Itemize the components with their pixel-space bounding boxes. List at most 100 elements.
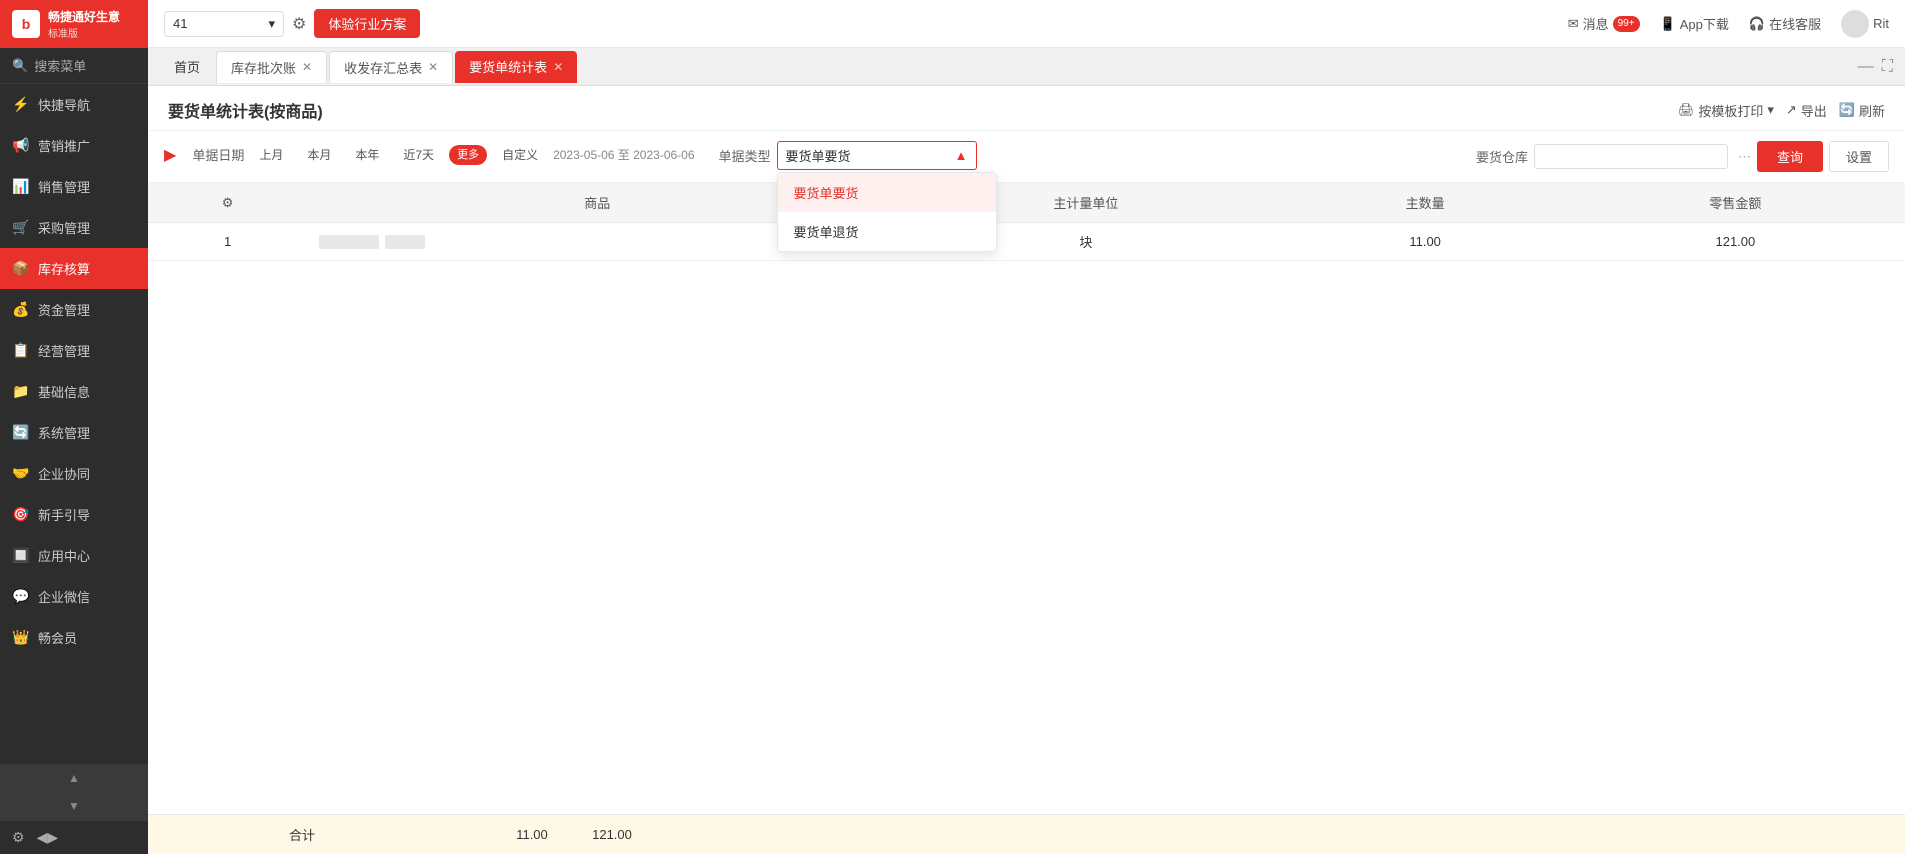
finance-icon: 💰	[12, 301, 30, 319]
messages-label: 消息	[1583, 14, 1609, 33]
sidebar-scroll-up[interactable]: ▲	[0, 764, 148, 792]
tab-receipts-summary-close[interactable]: ✕	[428, 60, 438, 74]
tab-inventory-batch-label: 库存批次账	[231, 58, 296, 77]
table-row: 1 块 11.00 121.00	[148, 223, 1905, 261]
app-download-label: App下载	[1680, 14, 1729, 33]
content-area: 要货单统计表(按商品) 🖨 按模板打印 ▾ ↗ 导出 🔄 刷新 ▶	[148, 86, 1905, 854]
warehouse-more-icon[interactable]: ⋯	[1738, 149, 1751, 165]
footer-amount: 121.00	[572, 827, 652, 842]
sidebar-item-operations[interactable]: 📋 经营管理	[0, 330, 148, 371]
basic-icon: 📁	[12, 383, 30, 401]
date-filter-label: 单据日期	[192, 145, 244, 164]
type-option-return[interactable]: 要货单退货	[778, 212, 996, 251]
table-footer: 合计 11.00 121.00	[148, 814, 1905, 854]
sidebar-item-sales[interactable]: 📊 销售管理	[0, 166, 148, 207]
sidebar-item-purchase[interactable]: 🛒 采购管理	[0, 207, 148, 248]
warehouse-filter-input[interactable]	[1534, 144, 1728, 169]
tab-inventory-batch[interactable]: 库存批次账 ✕	[216, 51, 327, 83]
messages-item[interactable]: ✉ 消息 99+	[1568, 14, 1640, 33]
export-label: 导出	[1801, 101, 1827, 120]
sidebar-item-marketing[interactable]: 📢 营销推广	[0, 125, 148, 166]
type-select-value: 要货单要货	[786, 146, 955, 165]
product-placeholder-2	[385, 235, 425, 249]
app-download-item[interactable]: 📱 App下载	[1660, 14, 1729, 33]
tab-inventory-batch-close[interactable]: ✕	[302, 60, 312, 74]
sidebar-item-member[interactable]: 👑 畅会员	[0, 617, 148, 658]
col-settings-header[interactable]: ⚙	[148, 183, 307, 223]
company-selector-value: 41	[173, 16, 187, 31]
collapse-icon[interactable]: ◀▶	[37, 829, 59, 846]
tab-receipts-summary-label: 收发存汇总表	[344, 58, 422, 77]
sidebar-item-guide[interactable]: 🎯 新手引导	[0, 494, 148, 535]
refresh-icon: 🔄	[1839, 102, 1855, 118]
date-btn-this-year[interactable]: 本年	[346, 141, 388, 168]
top-bar: 41 ▾ ⚙ 体验行业方案 ✉ 消息 99+ 📱 App下载 🎧 在线客服 R	[148, 0, 1905, 48]
sidebar-item-system[interactable]: 🔄 系统管理	[0, 412, 148, 453]
export-icon: ↗	[1786, 102, 1797, 118]
promo-button[interactable]: 体验行业方案	[314, 9, 420, 38]
footer-qty: 11.00	[492, 827, 572, 842]
user-avatar	[1841, 10, 1869, 38]
apps-icon: 🔲	[12, 547, 30, 565]
download-icon: 📱	[1660, 16, 1676, 32]
sidebar-item-quick-nav[interactable]: ⚡ 快捷导航	[0, 84, 148, 125]
sidebar-item-inventory[interactable]: 📦 库存核算	[0, 248, 148, 289]
service-icon: 🎧	[1749, 16, 1765, 32]
export-action[interactable]: ↗ 导出	[1786, 101, 1827, 120]
tab-order-stats[interactable]: 要货单统计表 ✕	[455, 51, 577, 83]
date-btn-7days[interactable]: 近7天	[394, 141, 443, 168]
search-icon: 🔍	[12, 58, 28, 74]
print-label: 按模板打印	[1698, 101, 1763, 120]
tab-expand-icon[interactable]: ⛶	[1882, 58, 1893, 76]
tab-minimize-icon[interactable]: —	[1858, 58, 1874, 76]
main-area: 41 ▾ ⚙ 体验行业方案 ✉ 消息 99+ 📱 App下载 🎧 在线客服 R	[148, 0, 1905, 854]
type-option-order[interactable]: 要货单要货	[778, 173, 996, 212]
sidebar-search[interactable]: 🔍 搜索菜单	[0, 48, 148, 84]
tab-receipts-summary[interactable]: 收发存汇总表 ✕	[329, 51, 453, 83]
chevron-down-icon: ▾	[268, 16, 275, 32]
row-no: 1	[148, 223, 307, 261]
sidebar-item-wechat[interactable]: 💬 企业微信	[0, 576, 148, 617]
sidebar: b 畅捷通好生意 标准版 🔍 搜索菜单 ⚡ 快捷导航 📢 营销推广 📊 销售管理…	[0, 0, 148, 854]
sidebar-item-basic[interactable]: 📁 基础信息	[0, 371, 148, 412]
query-button[interactable]: 查询	[1757, 141, 1823, 172]
date-btn-custom[interactable]: 自定义	[493, 141, 547, 168]
inventory-icon: 📦	[12, 260, 30, 278]
settings-button[interactable]: 设置	[1829, 141, 1889, 172]
print-action[interactable]: 🖨 按模板打印 ▾	[1678, 101, 1774, 120]
footer-label: 合计	[192, 825, 412, 844]
type-dropdown: 要货单要货 要货单退货	[777, 172, 997, 252]
col-qty-header: 主数量	[1285, 183, 1566, 223]
sales-icon: 📊	[12, 178, 30, 196]
settings-icon[interactable]: ⚙	[12, 829, 25, 846]
tab-home-label: 首页	[174, 57, 200, 76]
sidebar-scroll-down[interactable]: ▼	[0, 792, 148, 820]
sidebar-item-apps[interactable]: 🔲 应用中心	[0, 535, 148, 576]
tab-order-stats-label: 要货单统计表	[469, 57, 547, 76]
date-btn-this-month[interactable]: 本月	[298, 141, 340, 168]
online-service-item[interactable]: 🎧 在线客服	[1749, 14, 1821, 33]
page-header: 要货单统计表(按商品) 🖨 按模板打印 ▾ ↗ 导出 🔄 刷新	[148, 86, 1905, 131]
refresh-action[interactable]: 🔄 刷新	[1839, 101, 1885, 120]
sidebar-search-label: 搜索菜单	[34, 56, 86, 75]
date-btn-more[interactable]: 更多	[449, 145, 487, 165]
purchase-icon: 🛒	[12, 219, 30, 237]
sidebar-item-enterprise[interactable]: 🤝 企业协同	[0, 453, 148, 494]
sidebar-item-finance[interactable]: 💰 资金管理	[0, 289, 148, 330]
filter-toggle-icon[interactable]: ▶	[164, 145, 176, 165]
app-logo-text: 畅捷通好生意 标准版	[48, 8, 120, 40]
top-bar-gear-icon[interactable]: ⚙	[292, 14, 306, 34]
date-btn-last-month[interactable]: 上月	[250, 141, 292, 168]
table-container: ⚙ 商品 主计量单位 主数量 零售金额 1	[148, 183, 1905, 814]
tab-home[interactable]: 首页	[160, 51, 214, 83]
guide-icon: 🎯	[12, 506, 30, 524]
tab-order-stats-close[interactable]: ✕	[553, 60, 563, 74]
filter-bar: ▶ 单据日期 上月 本月 本年 近7天 更多 自定义 2023-05-06 至 …	[148, 131, 1905, 183]
user-item[interactable]: Rit	[1841, 10, 1889, 38]
company-selector[interactable]: 41 ▾	[164, 11, 284, 37]
app-logo-icon: b	[12, 10, 40, 38]
row-amount: 121.00	[1566, 223, 1905, 261]
type-select[interactable]: 要货单要货 ▲	[777, 141, 977, 170]
system-icon: 🔄	[12, 424, 30, 442]
tab-bar-right: — ⛶	[1858, 58, 1893, 76]
